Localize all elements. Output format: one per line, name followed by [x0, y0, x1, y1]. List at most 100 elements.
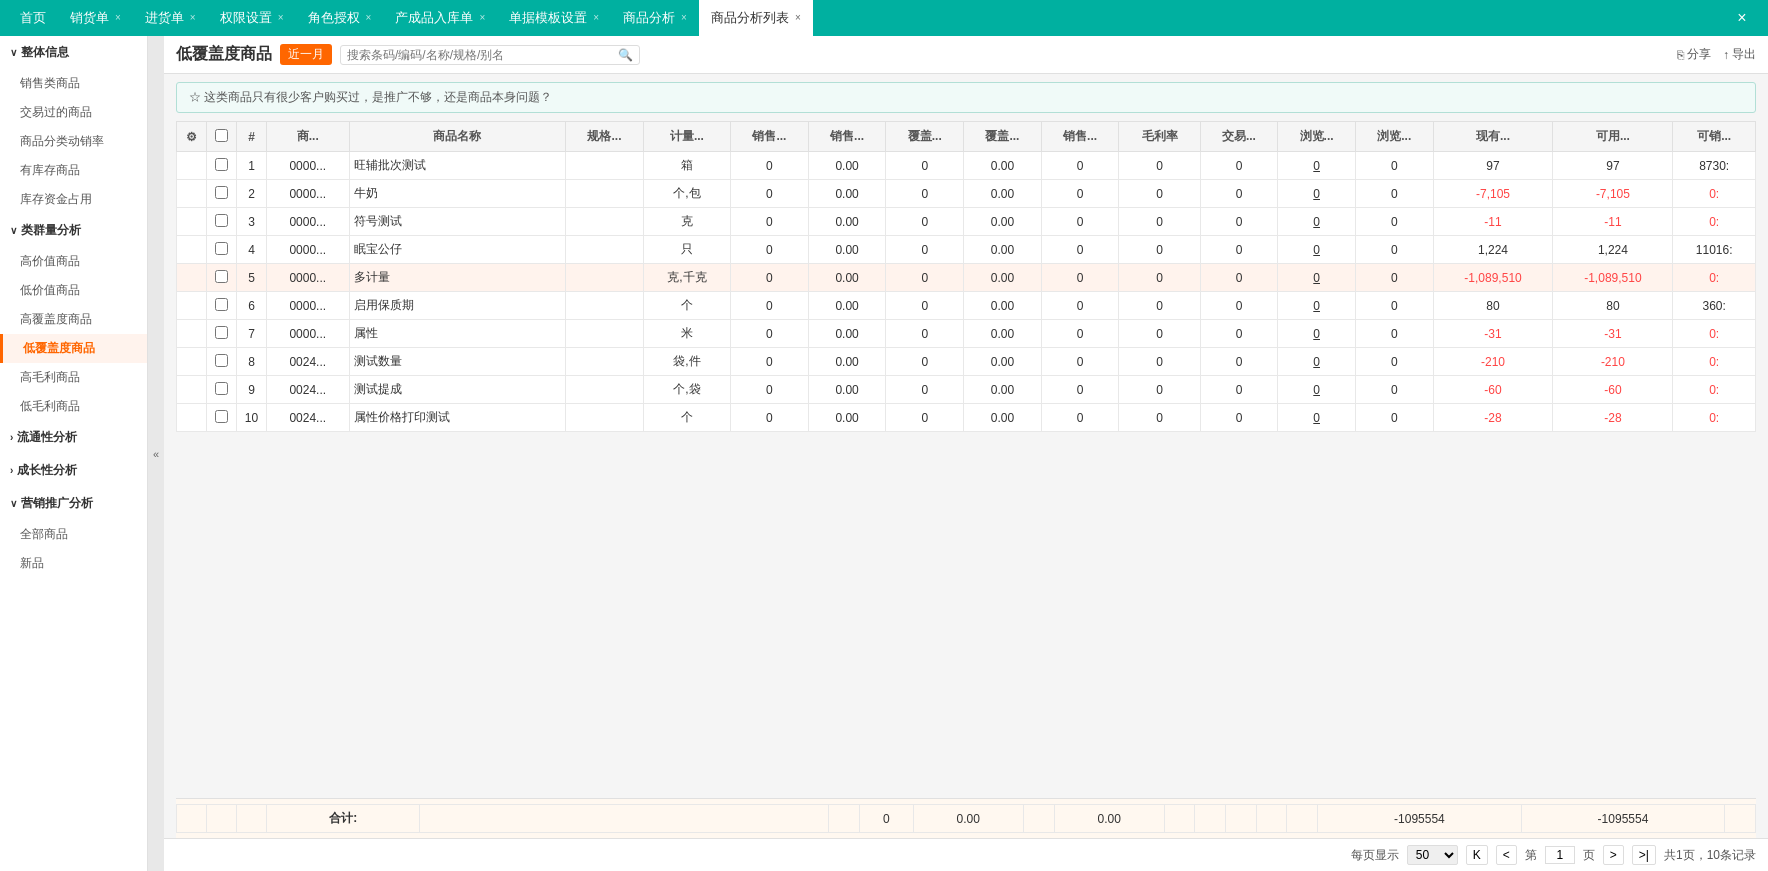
row-checkbox[interactable]	[215, 242, 228, 255]
sales-qty-column-header[interactable]: 销售...	[731, 122, 809, 152]
page-number-input[interactable]	[1545, 846, 1575, 864]
browse1[interactable]: 0	[1278, 236, 1356, 264]
sidebar-section-circulation[interactable]: › 流通性分析	[0, 421, 147, 454]
browse1[interactable]: 0	[1278, 152, 1356, 180]
code-column-header[interactable]: 商...	[267, 122, 350, 152]
table-row: 8 0024... 测试数量 袋,件 0 0.00 0 0.00 0 0 0 0…	[177, 348, 1756, 376]
browse1[interactable]: 0	[1278, 376, 1356, 404]
settings-column-header[interactable]: ⚙	[177, 122, 207, 152]
available-column-header[interactable]: 可用...	[1553, 122, 1673, 152]
last-page-button[interactable]: >|	[1632, 845, 1656, 865]
checkbox-cell[interactable]	[207, 404, 237, 432]
window-close-button[interactable]: ×	[1724, 0, 1760, 36]
cover2-column-header[interactable]: 覆盖...	[964, 122, 1042, 152]
row-checkbox[interactable]	[215, 410, 228, 423]
settings-icon[interactable]: ⚙	[186, 130, 197, 144]
sidebar-item-all-products[interactable]: 全部商品	[0, 520, 147, 549]
sellable-column-header[interactable]: 可销...	[1673, 122, 1756, 152]
nav-product-analysis-list[interactable]: 商品分析列表 ×	[699, 0, 813, 36]
nav-close-icon[interactable]: ×	[479, 0, 485, 36]
export-button[interactable]: ↑ 导出	[1723, 46, 1756, 63]
row-checkbox[interactable]	[215, 214, 228, 227]
share-button[interactable]: ⎘ 分享	[1677, 46, 1711, 63]
nav-role-auth[interactable]: 角色授权 ×	[296, 0, 384, 36]
sidebar-item-new-products[interactable]: 新品	[0, 549, 147, 578]
browse1[interactable]: 0	[1278, 208, 1356, 236]
sales-amt-column-header[interactable]: 销售...	[808, 122, 886, 152]
sidebar-section-growth[interactable]: › 成长性分析	[0, 454, 147, 487]
nav-close-icon[interactable]: ×	[593, 0, 599, 36]
sidebar-item-low-coverage[interactable]: 低覆盖度商品	[0, 334, 147, 363]
checkbox-cell[interactable]	[207, 376, 237, 404]
checkbox-cell[interactable]	[207, 348, 237, 376]
sidebar-item-traded-products[interactable]: 交易过的商品	[0, 98, 147, 127]
row-checkbox[interactable]	[215, 158, 228, 171]
sidebar-item-stocked-products[interactable]: 有库存商品	[0, 156, 147, 185]
cover1-column-header[interactable]: 覆盖...	[886, 122, 964, 152]
row-checkbox[interactable]	[215, 382, 228, 395]
nav-close-icon[interactable]: ×	[795, 0, 801, 36]
nav-close-icon[interactable]: ×	[190, 0, 196, 36]
trade-column-header[interactable]: 交易...	[1200, 122, 1278, 152]
nav-close-icon[interactable]: ×	[366, 0, 372, 36]
name-column-header[interactable]: 商品名称	[349, 122, 566, 152]
nav-close-icon[interactable]: ×	[115, 0, 121, 36]
nav-product-analysis[interactable]: 商品分析 ×	[611, 0, 699, 36]
current-stock-column-header[interactable]: 现有...	[1433, 122, 1553, 152]
sidebar-item-low-value[interactable]: 低价值商品	[0, 276, 147, 305]
browse1[interactable]: 0	[1278, 320, 1356, 348]
checkbox-cell[interactable]	[207, 236, 237, 264]
checkbox-cell[interactable]	[207, 208, 237, 236]
date-filter-button[interactable]: 近一月	[280, 44, 332, 65]
nav-close-icon[interactable]: ×	[681, 0, 687, 36]
search-icon[interactable]: 🔍	[618, 48, 633, 62]
checkbox-cell[interactable]	[207, 264, 237, 292]
browse1[interactable]: 0	[1278, 348, 1356, 376]
sidebar-item-high-coverage[interactable]: 高覆盖度商品	[0, 305, 147, 334]
nav-permission-settings[interactable]: 权限设置 ×	[208, 0, 296, 36]
sidebar-item-inventory-capital[interactable]: 库存资金占用	[0, 185, 147, 214]
browse1[interactable]: 0	[1278, 404, 1356, 432]
browse1-column-header[interactable]: 浏览...	[1278, 122, 1356, 152]
checkbox-cell[interactable]	[207, 180, 237, 208]
sidebar-item-high-margin[interactable]: 高毛利商品	[0, 363, 147, 392]
sales3-column-header[interactable]: 销售...	[1041, 122, 1119, 152]
sidebar-item-high-value[interactable]: 高价值商品	[0, 247, 147, 276]
unit-column-header[interactable]: 计量...	[643, 122, 730, 152]
nav-purchase-order[interactable]: 进货单 ×	[133, 0, 208, 36]
sidebar-section-marketing[interactable]: ∨ 营销推广分析	[0, 487, 147, 520]
spec-column-header[interactable]: 规格...	[566, 122, 644, 152]
row-checkbox[interactable]	[215, 326, 228, 339]
nav-template-settings[interactable]: 单据模板设置 ×	[497, 0, 611, 36]
nav-home[interactable]: 首页	[8, 0, 58, 36]
row-checkbox[interactable]	[215, 270, 228, 283]
browse1[interactable]: 0	[1278, 180, 1356, 208]
profit-rate-column-header[interactable]: 毛利率	[1119, 122, 1200, 152]
sidebar-item-sales-products[interactable]: 销售类商品	[0, 69, 147, 98]
nav-close-icon[interactable]: ×	[278, 0, 284, 36]
sidebar-section-overall[interactable]: ∨ 整体信息	[0, 36, 147, 69]
per-page-select[interactable]: 50 10 20 100	[1407, 845, 1458, 865]
prev-page-button[interactable]: <	[1496, 845, 1517, 865]
search-input[interactable]	[347, 48, 618, 62]
checkbox-column-header[interactable]	[207, 122, 237, 152]
sidebar-collapse-button[interactable]: «	[148, 36, 164, 871]
browse1[interactable]: 0	[1278, 292, 1356, 320]
checkbox-cell[interactable]	[207, 292, 237, 320]
row-checkbox[interactable]	[215, 354, 228, 367]
nav-product-warehousing[interactable]: 产成品入库单 ×	[383, 0, 497, 36]
sidebar-item-category-turnover[interactable]: 商品分类动销率	[0, 127, 147, 156]
select-all-checkbox[interactable]	[215, 129, 228, 142]
nav-sales-order[interactable]: 销货单 ×	[58, 0, 133, 36]
sidebar-section-cluster[interactable]: ∨ 类群量分析	[0, 214, 147, 247]
data-table-wrapper[interactable]: ⚙ # 商... 商品名称 规格...	[176, 121, 1756, 798]
browse1[interactable]: 0	[1278, 264, 1356, 292]
row-checkbox[interactable]	[215, 298, 228, 311]
browse2-column-header[interactable]: 浏览...	[1355, 122, 1433, 152]
checkbox-cell[interactable]	[207, 320, 237, 348]
checkbox-cell[interactable]	[207, 152, 237, 180]
sidebar-item-low-margin[interactable]: 低毛利商品	[0, 392, 147, 421]
next-page-button[interactable]: >	[1603, 845, 1624, 865]
first-page-button[interactable]: K	[1466, 845, 1488, 865]
row-checkbox[interactable]	[215, 186, 228, 199]
